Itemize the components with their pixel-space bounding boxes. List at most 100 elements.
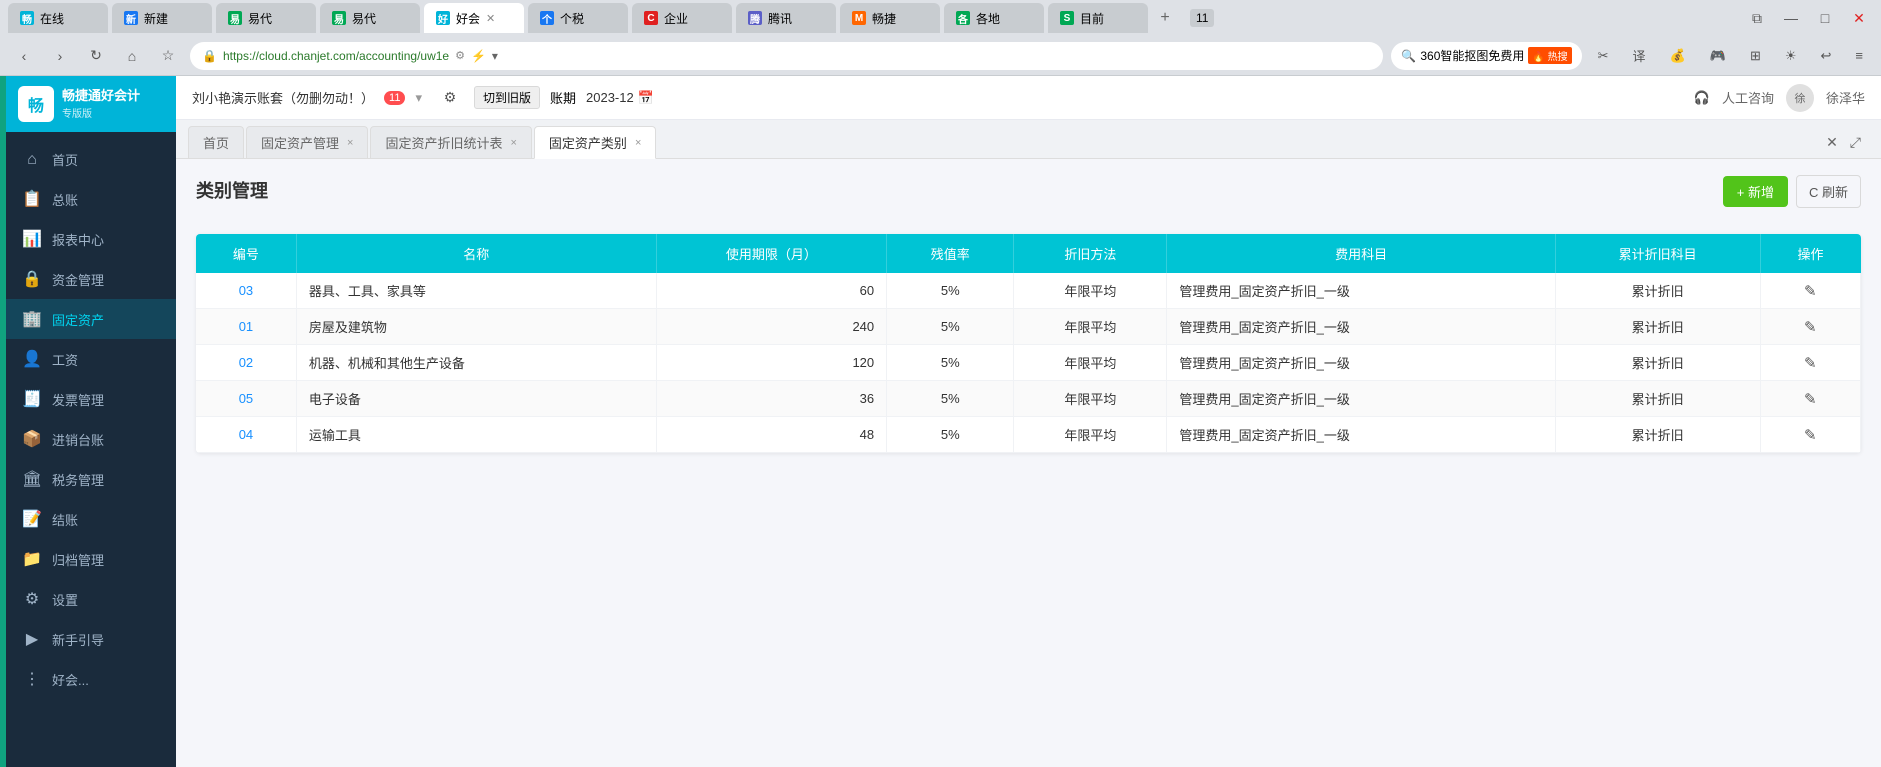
tab-close-icon[interactable]: ✕ <box>486 12 495 25</box>
new-tab-button[interactable]: + <box>1152 5 1178 31</box>
help-label[interactable]: 人工咨询 <box>1722 88 1774 107</box>
win-restore-btn[interactable]: ⧉ <box>1743 4 1771 32</box>
cell-action[interactable]: ✎ <box>1760 345 1860 381</box>
tab-favicon: 易 <box>332 11 346 25</box>
main-content: 刘小艳演示账套（勿删勿动！） 11 ▾ ⚙ 切到旧版 账期 2023-12 📅 … <box>176 76 1881 767</box>
cell-action[interactable]: ✎ <box>1760 417 1860 453</box>
translate-button[interactable]: 译 <box>1625 42 1654 69</box>
forward-button[interactable]: › <box>46 42 74 70</box>
sidebar-item-label: 发票管理 <box>52 390 104 409</box>
reload-button[interactable]: ↻ <box>82 42 110 70</box>
guide-icon: ▶ <box>22 629 42 649</box>
browser-tab-enterprise[interactable]: C 企业 <box>632 3 732 33</box>
dropdown-arrow[interactable]: ▾ <box>415 90 422 106</box>
cell-action[interactable]: ✎ <box>1760 381 1860 417</box>
calendar-icon[interactable]: 📅 <box>638 90 654 106</box>
sidebar-item-guide[interactable]: ▶ 新手引导 <box>6 619 176 659</box>
notification-badge: 11 <box>384 91 405 105</box>
sidebar-item-purchase[interactable]: 📦 进销台账 <box>6 419 176 459</box>
sidebar-item-label: 好会... <box>52 670 89 689</box>
grid-button[interactable]: ⊞ <box>1742 44 1769 68</box>
sidebar-item-invoice[interactable]: 🧾 发票管理 <box>6 379 176 419</box>
sidebar-item-label: 总账 <box>52 190 78 209</box>
cut-button[interactable]: ✂ <box>1590 44 1617 68</box>
cell-code: 04 <box>196 417 296 453</box>
user-avatar[interactable]: 徐 <box>1786 84 1814 112</box>
browser-tab-new[interactable]: 新 新建 <box>112 3 212 33</box>
browser-tab-tax[interactable]: 个 个税 <box>528 3 628 33</box>
browser-tab-gedi[interactable]: 各 各地 <box>944 3 1044 33</box>
more-icon: ⋮ <box>22 669 42 689</box>
browser-tab-online[interactable]: 畅 在线 <box>8 3 108 33</box>
sidebar-item-fixed-asset[interactable]: 🏢 固定资产 <box>6 299 176 339</box>
sidebar-item-archive[interactable]: 📁 归档管理 <box>6 539 176 579</box>
cell-months: 48 <box>656 417 887 453</box>
address-bar[interactable]: 🔒 https://cloud.chanjet.com/accounting/u… <box>190 42 1383 70</box>
tab-favicon: 各 <box>956 11 970 25</box>
cell-acc-depreciation: 累计折旧 <box>1555 345 1760 381</box>
browser-tab-easy2[interactable]: 易 易代 <box>320 3 420 33</box>
dropdown-icon[interactable]: ▾ <box>492 49 498 63</box>
search-bar[interactable]: 🔍 360智能抠图免费用 🔥 热搜 <box>1391 42 1581 70</box>
cell-action[interactable]: ✎ <box>1760 273 1860 309</box>
security-icon: 🔒 <box>202 49 217 63</box>
tab-label: 易代 <box>352 10 376 27</box>
sidebar-item-payroll[interactable]: 👤 工资 <box>6 339 176 379</box>
lightning-icon: ⚡ <box>471 49 486 63</box>
browser-tab-changjie[interactable]: M 畅捷 <box>840 3 940 33</box>
tab-label: 目前 <box>1080 10 1104 27</box>
period-value[interactable]: 2023-12 📅 <box>586 90 654 106</box>
sidebar-item-home[interactable]: ⌂ 首页 <box>6 140 176 179</box>
sidebar-item-checkout[interactable]: 📝 结账 <box>6 499 176 539</box>
hot-badge: 🔥 热搜 <box>1528 47 1571 64</box>
undo-button[interactable]: ↩ <box>1813 44 1840 68</box>
add-button[interactable]: + 新增 <box>1723 176 1788 207</box>
win-close-btn[interactable]: ✕ <box>1845 4 1873 32</box>
bookmark-button[interactable]: ☆ <box>154 42 182 70</box>
tab-fixed-asset-mgmt[interactable]: 固定资产管理 × <box>246 126 368 158</box>
col-code: 编号 <box>196 234 296 273</box>
refresh-button[interactable]: C 刷新 <box>1796 175 1861 208</box>
sidebar-item-label: 设置 <box>52 590 78 609</box>
sidebar-item-fund[interactable]: 🔒 资金管理 <box>6 259 176 299</box>
back-button[interactable]: ‹ <box>10 42 38 70</box>
win-minimize-btn[interactable]: — <box>1777 4 1805 32</box>
tab-close-icon[interactable]: × <box>635 137 641 149</box>
tab-asset-category[interactable]: 固定资产类别 × <box>534 126 656 159</box>
payroll-icon: 👤 <box>22 349 42 369</box>
sidebar-item-tax[interactable]: 🏛 税务管理 <box>6 459 176 499</box>
game-button[interactable]: 🎮 <box>1702 44 1734 68</box>
sidebar-item-more[interactable]: ⋮ 好会... <box>6 659 176 699</box>
browser-tab-chanjet[interactable]: 好 好会 ✕ <box>424 3 524 33</box>
tab-close-icon[interactable]: × <box>347 137 353 149</box>
tab-depreciation-table[interactable]: 固定资产折旧统计表 × <box>370 126 531 158</box>
cell-action[interactable]: ✎ <box>1760 309 1860 345</box>
address-url: https://cloud.chanjet.com/accounting/uw1… <box>223 49 449 63</box>
tab-home[interactable]: 首页 <box>188 126 244 158</box>
browser-tab-tencent[interactable]: 腾 腾讯 <box>736 3 836 33</box>
switch-version-btn[interactable]: 切到旧版 <box>474 86 540 109</box>
tab-close-all-btn[interactable]: ✕ <box>1822 132 1842 153</box>
tab-count-badge: 11 <box>1190 9 1214 27</box>
sidebar-item-ledger[interactable]: 📋 总账 <box>6 179 176 219</box>
logo-icon: 畅 <box>18 86 54 122</box>
sidebar-item-report[interactable]: 📊 报表中心 <box>6 219 176 259</box>
browser-tab-easy1[interactable]: 易 易代 <box>216 3 316 33</box>
user-display-name: 徐泽华 <box>1826 88 1865 107</box>
cell-residual: 5% <box>887 417 1014 453</box>
sidebar-item-label: 税务管理 <box>52 470 104 489</box>
settings-btn[interactable]: ⚙ <box>436 84 464 112</box>
cell-residual: 5% <box>887 309 1014 345</box>
avatar-label: 徐 <box>1794 90 1805 106</box>
menu-button[interactable]: ≡ <box>1847 44 1871 67</box>
tab-favicon: 易 <box>228 11 242 25</box>
brightness-button[interactable]: ☀ <box>1777 44 1805 68</box>
browser-tab-muqian[interactable]: S 目前 <box>1048 3 1148 33</box>
tab-expand-btn[interactable]: ⤢ <box>1846 132 1865 153</box>
wallet-button[interactable]: 💰 <box>1662 44 1694 68</box>
tab-close-icon[interactable]: × <box>510 137 516 149</box>
home-button[interactable]: ⌂ <box>118 42 146 70</box>
sidebar-item-settings[interactable]: ⚙ 设置 <box>6 579 176 619</box>
win-maximize-btn[interactable]: □ <box>1811 4 1839 32</box>
tab-favicon: 好 <box>436 11 450 25</box>
